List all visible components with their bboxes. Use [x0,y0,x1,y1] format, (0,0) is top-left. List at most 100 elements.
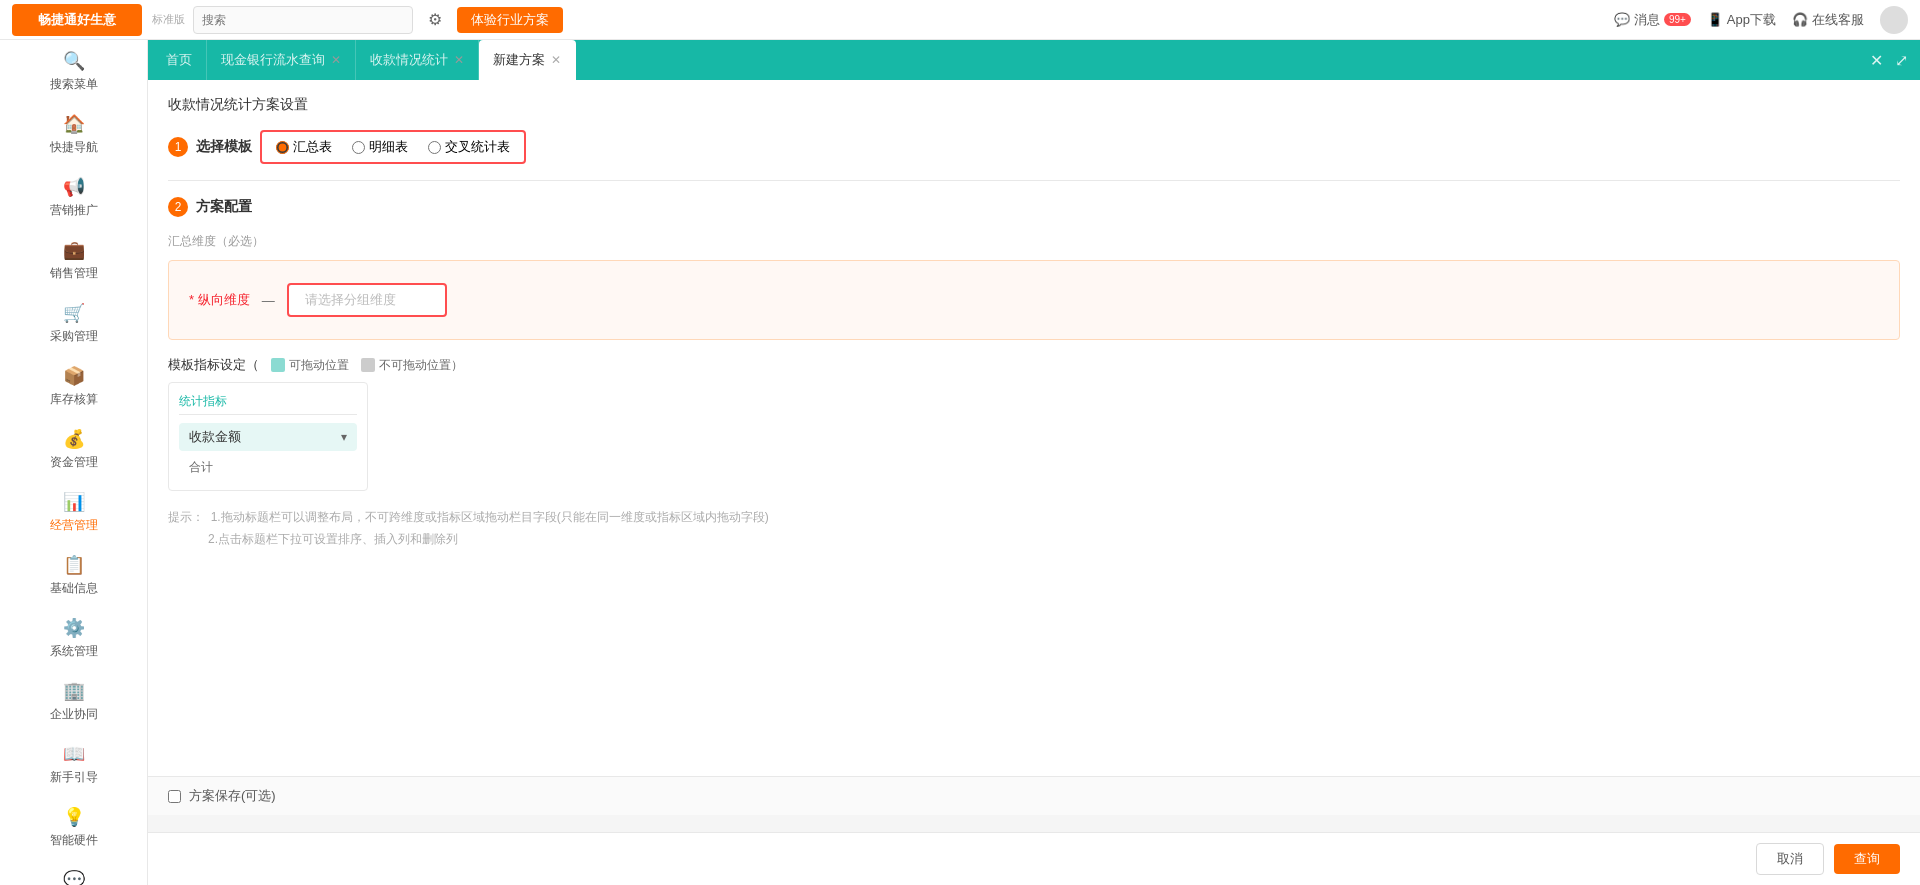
radio-detail-table[interactable]: 明细表 [352,138,408,156]
dimension-section-label: 汇总维度（必选） [168,233,1900,250]
save-section: 方案保存(可选) [148,776,1920,815]
system-icon: ⚙️ [63,617,85,639]
wechat-icon: 💬 [63,869,85,885]
drag-legend-no: 不可拖动位置） [361,357,463,374]
sidebar-label-base: 基础信息 [50,580,98,597]
tab-new-plan-close[interactable]: ✕ [551,53,561,67]
user-avatar[interactable] [1880,6,1908,34]
divider1 [168,180,1900,181]
tab-collection-stats[interactable]: 收款情况统计 ✕ [356,40,479,80]
search-icon: 🔍 [63,50,85,72]
operations-icon: 📊 [63,491,85,513]
sidebar-item-wechat[interactable]: 💬 企业微信 [0,859,147,885]
metric-sub-total: 合计 [179,455,357,480]
finance-icon: 💰 [63,428,85,450]
radio-detail-label: 明细表 [369,138,408,156]
dimension-selector[interactable]: 请选择分组维度 [287,283,447,317]
query-button[interactable]: 查询 [1834,844,1900,874]
no-drag-indicator [361,358,375,372]
radio-summary-input[interactable] [276,141,289,154]
config-section: 汇总维度（必选） * 纵向维度 — 请选择分组维度 模板指标设定（ [168,233,1900,550]
tip-2: 2.点击标题栏下拉可设置排序、插入列和删除列 [168,529,1900,551]
sidebar-item-guide[interactable]: 📖 新手引导 [0,733,147,796]
sidebar-label-inventory: 库存核算 [50,391,98,408]
download-button[interactable]: 📱 App下载 [1707,11,1776,29]
page-inner: 收款情况统计方案设置 1 选择模板 汇总表 明细表 [148,80,1920,776]
tab-home-label: 首页 [166,51,192,69]
tab-bank-flow-label: 现金银行流水查询 [221,51,325,69]
tab-new-plan[interactable]: 新建方案 ✕ [479,40,576,80]
content-area: 首页 现金银行流水查询 ✕ 收款情况统计 ✕ 新建方案 ✕ ✕ ⤢ 收款情况统计… [148,40,1920,885]
step2-header: 2 方案配置 [168,197,1900,217]
tab-home[interactable]: 首页 [152,40,207,80]
radio-cross-input[interactable] [428,141,441,154]
sidebar-item-system[interactable]: ⚙️ 系统管理 [0,607,147,670]
top-bar: 畅捷通好生意 标准版 ⚙ 体验行业方案 💬 消息 99+ 📱 App下载 🎧 在… [0,0,1920,40]
sidebar-item-purchase[interactable]: 🛒 采购管理 [0,292,147,355]
marketing-icon: 📢 [63,176,85,198]
can-drag-indicator [271,358,285,372]
no-drag-label: 不可拖动位置） [379,357,463,374]
step1-title: 选择模板 [196,138,252,156]
radio-cross-label: 交叉统计表 [445,138,510,156]
tab-collection-stats-close[interactable]: ✕ [454,53,464,67]
tab-bar: 首页 现金银行流水查询 ✕ 收款情况统计 ✕ 新建方案 ✕ ✕ ⤢ [148,40,1920,80]
tab-close-all-button[interactable]: ✕ [1866,47,1887,74]
sidebar-label-finance: 资金管理 [50,454,98,471]
radio-cross-table[interactable]: 交叉统计表 [428,138,510,156]
tab-maximize-button[interactable]: ⤢ [1891,47,1912,74]
save-checkbox[interactable] [168,790,181,803]
search-input[interactable] [193,6,413,34]
sidebar-label-sales: 销售管理 [50,265,98,282]
sidebar-item-inventory[interactable]: 📦 库存核算 [0,355,147,418]
purchase-icon: 🛒 [63,302,85,324]
support-button[interactable]: 🎧 在线客服 [1792,11,1864,29]
sidebar-label-operations: 经营管理 [50,517,98,534]
top-right-actions: 💬 消息 99+ 📱 App下载 🎧 在线客服 [1614,6,1908,34]
template-box: 汇总表 明细表 交叉统计表 [260,130,526,164]
sidebar-item-finance[interactable]: 💰 资金管理 [0,418,147,481]
dimension-arrow: — [262,293,275,308]
save-label[interactable]: 方案保存(可选) [189,787,276,805]
metric-chip-amount-arrow[interactable]: ▾ [341,430,347,444]
sidebar-item-base[interactable]: 📋 基础信息 [0,544,147,607]
dimension-row: * 纵向维度 — 请选择分组维度 [189,283,447,317]
tab-bank-flow-close[interactable]: ✕ [331,53,341,67]
sidebar-label-search: 搜索菜单 [50,76,98,93]
main-layout: 🔍 搜索菜单 🏠 快捷导航 📢 营销推广 💼 销售管理 🛒 采购管理 📦 库存核… [0,40,1920,885]
page-title: 收款情况统计方案设置 [168,96,1900,114]
step1-header: 1 选择模板 汇总表 明细表 交叉统计表 [168,130,1900,164]
trial-button[interactable]: 体验行业方案 [457,7,563,33]
tab-new-plan-label: 新建方案 [493,51,545,69]
step2-num: 2 [168,197,188,217]
notification-button[interactable]: 💬 消息 99+ [1614,11,1691,29]
radio-detail-input[interactable] [352,141,365,154]
sidebar-label-home: 快捷导航 [50,139,98,156]
sidebar-item-marketing[interactable]: 📢 营销推广 [0,166,147,229]
home-icon: 🏠 [63,113,85,135]
settings-icon[interactable]: ⚙ [421,6,449,34]
metric-chip-amount: 收款金额 ▾ [179,423,357,451]
step2-title: 方案配置 [196,198,252,216]
cancel-button[interactable]: 取消 [1756,843,1824,875]
dimension-vertical-label: * 纵向维度 [189,291,250,309]
sidebar-item-search[interactable]: 🔍 搜索菜单 [0,40,147,103]
sidebar-item-sales[interactable]: 💼 销售管理 [0,229,147,292]
sidebar-label-guide: 新手引导 [50,769,98,786]
inventory-icon: 📦 [63,365,85,387]
sidebar-label-system: 系统管理 [50,643,98,660]
sidebar-item-operations[interactable]: 📊 经营管理 [0,481,147,544]
sidebar-item-home[interactable]: 🏠 快捷导航 [0,103,147,166]
sidebar-item-hardware[interactable]: 💡 智能硬件 [0,796,147,859]
app-logo: 畅捷通好生意 [12,4,142,36]
sidebar-item-enterprise[interactable]: 🏢 企业协同 [0,670,147,733]
metrics-group-label: 统计指标 [179,393,357,415]
dimension-area: * 纵向维度 — 请选择分组维度 [168,260,1900,340]
hardware-icon: 💡 [63,806,85,828]
tab-bank-flow[interactable]: 现金银行流水查询 ✕ [207,40,356,80]
enterprise-icon: 🏢 [63,680,85,702]
footer-bar: 取消 查询 [148,832,1920,885]
sidebar-label-enterprise: 企业协同 [50,706,98,723]
radio-summary-table[interactable]: 汇总表 [276,138,332,156]
sales-icon: 💼 [63,239,85,261]
